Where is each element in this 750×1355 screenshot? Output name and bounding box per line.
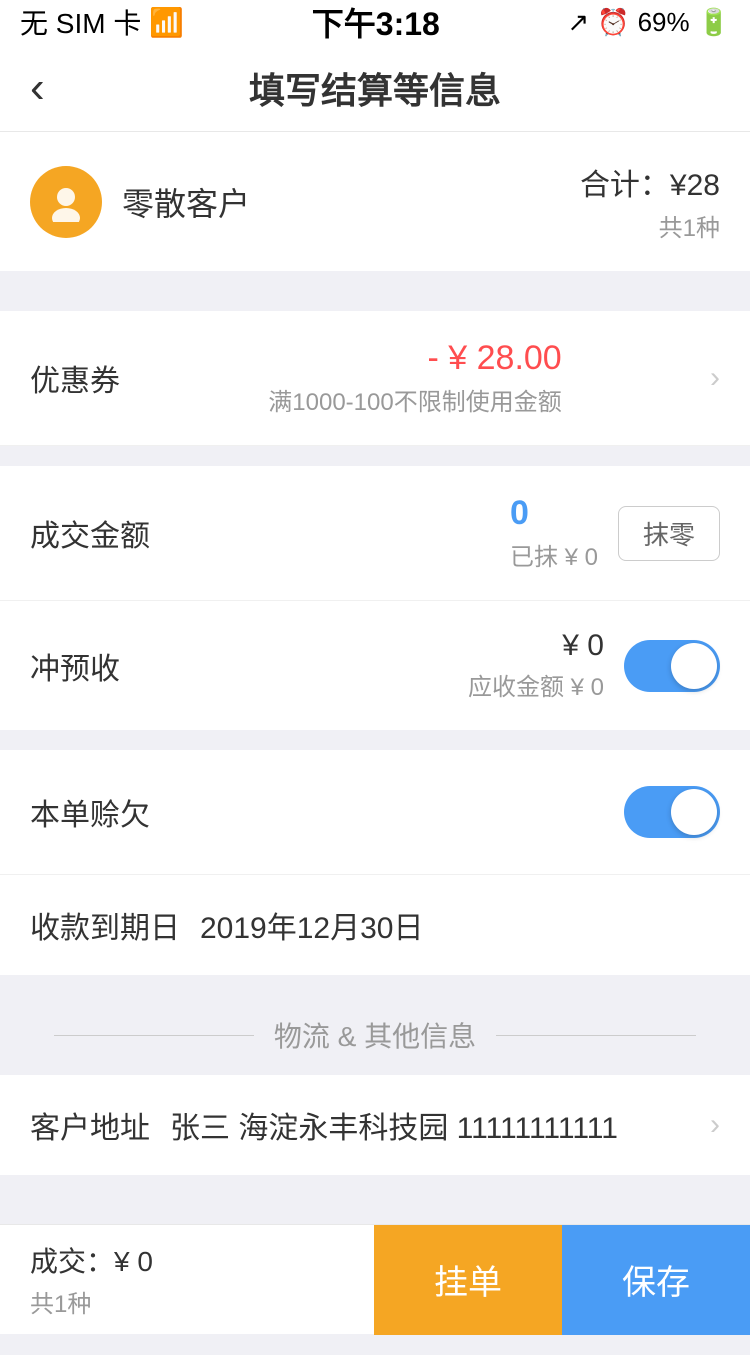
customer-left: 零散客户 [30,166,250,238]
page-title: 填写结算等信息 [249,62,501,114]
coupon-row[interactable]: 优惠券 - ¥ 28.00 满1000-100不限制使用金额 › [0,311,750,446]
address-label: 客户地址 [30,1103,150,1147]
avatar [30,166,102,238]
coupon-label: 优惠券 [30,356,120,400]
status-left: 无 SIM 卡 📶 [20,2,184,42]
hang-button[interactable]: 挂单 [374,1225,562,1335]
address-value: 张三 海淀永丰科技园 11111111111 [170,1103,710,1147]
deal-amount-value: 0 [510,494,598,533]
logistics-title-text: 物流 & 其他信息 [274,1015,476,1055]
sim-status: 无 SIM 卡 [20,2,141,42]
debt-card: 本单赊欠 收款到期日 2019年12月30日 [0,750,750,975]
bottom-deal-label: 成交： [30,1246,114,1277]
back-button[interactable]: ‹ [30,63,45,113]
battery-icon: 🔋 [698,7,730,38]
coupon-amount: - ¥ 28.00 [268,339,561,378]
advance-toggle[interactable] [624,640,720,692]
debt-toggle-knob [671,789,717,835]
due-date-label: 收款到期日 [30,903,180,947]
logistics-header: 物流 & 其他信息 [0,995,750,1075]
bottom-bar: 成交：¥ 0 共1种 挂单 保存 [0,1224,750,1334]
toggle-knob [671,643,717,689]
divider-2 [0,446,750,466]
bottom-count: 共1种 [30,1284,344,1319]
save-button[interactable]: 保存 [562,1225,750,1335]
chevron-right-icon: › [710,361,720,395]
deal-card: 成交金额 0 已抹 ¥ 0 抹零 冲预收 ¥ 0 应收金额 ¥ 0 [0,466,750,730]
deal-amount-right: 0 已抹 ¥ 0 抹零 [510,494,720,572]
deal-amount-row: 成交金额 0 已抹 ¥ 0 抹零 [0,466,750,601]
debt-label: 本单赊欠 [30,790,150,834]
wifi-icon: 📶 [149,6,184,39]
coupon-info: - ¥ 28.00 满1000-100不限制使用金额 [268,339,561,417]
round-zero-button[interactable]: 抹零 [618,506,720,561]
content-area: 零散客户 合计：¥28 共1种 优惠券 - ¥ 28.00 满1000-100不… [0,132,750,1355]
nav-bar: ‹ 填写结算等信息 [0,44,750,132]
alarm-icon: ⏰ [597,7,629,38]
advance-amount: ¥ 0 [468,629,604,663]
advance-right: ¥ 0 应收金额 ¥ 0 [468,629,720,702]
customer-name: 零散客户 [122,179,250,225]
deal-amount-label: 成交金额 [30,511,150,555]
customer-card: 零散客户 合计：¥28 共1种 [0,132,750,271]
due-date-row: 收款到期日 2019年12月30日 [0,875,750,975]
customer-count: 共1种 [580,208,720,243]
status-bar: 无 SIM 卡 📶 下午3:18 ↗ ⏰ 69% 🔋 [0,0,750,44]
advance-info: ¥ 0 应收金额 ¥ 0 [468,629,604,702]
coupon-desc: 满1000-100不限制使用金额 [268,382,561,417]
location-icon: ↗ [567,7,589,38]
address-row[interactable]: 客户地址 张三 海淀永丰科技园 11111111111 › [0,1075,750,1175]
divider-4 [0,975,750,995]
logistics-title: 物流 & 其他信息 [54,1015,696,1055]
deal-amount-sub: 已抹 ¥ 0 [510,537,598,572]
customer-total: 合计：¥28 [580,160,720,204]
divider-6 [0,1175,750,1215]
bottom-deal-value: ¥ 0 [114,1246,153,1277]
bottom-summary: 成交：¥ 0 共1种 [0,1240,374,1319]
advance-row: 冲预收 ¥ 0 应收金额 ¥ 0 [0,601,750,730]
status-time: 下午3:18 [312,0,440,45]
status-right: ↗ ⏰ 69% 🔋 [567,7,730,38]
battery-level: 69% [638,7,690,38]
customer-right: 合计：¥28 共1种 [580,160,720,243]
advance-sub: 应收金额 ¥ 0 [468,667,604,702]
debt-row: 本单赊欠 [0,750,750,875]
bottom-deal-text: 成交：¥ 0 [30,1240,344,1280]
debt-toggle[interactable] [624,786,720,838]
advance-label: 冲预收 [30,644,120,688]
divider-3 [0,730,750,750]
divider-1 [0,291,750,311]
address-chevron-icon: › [710,1108,720,1142]
due-date-value: 2019年12月30日 [200,903,423,947]
